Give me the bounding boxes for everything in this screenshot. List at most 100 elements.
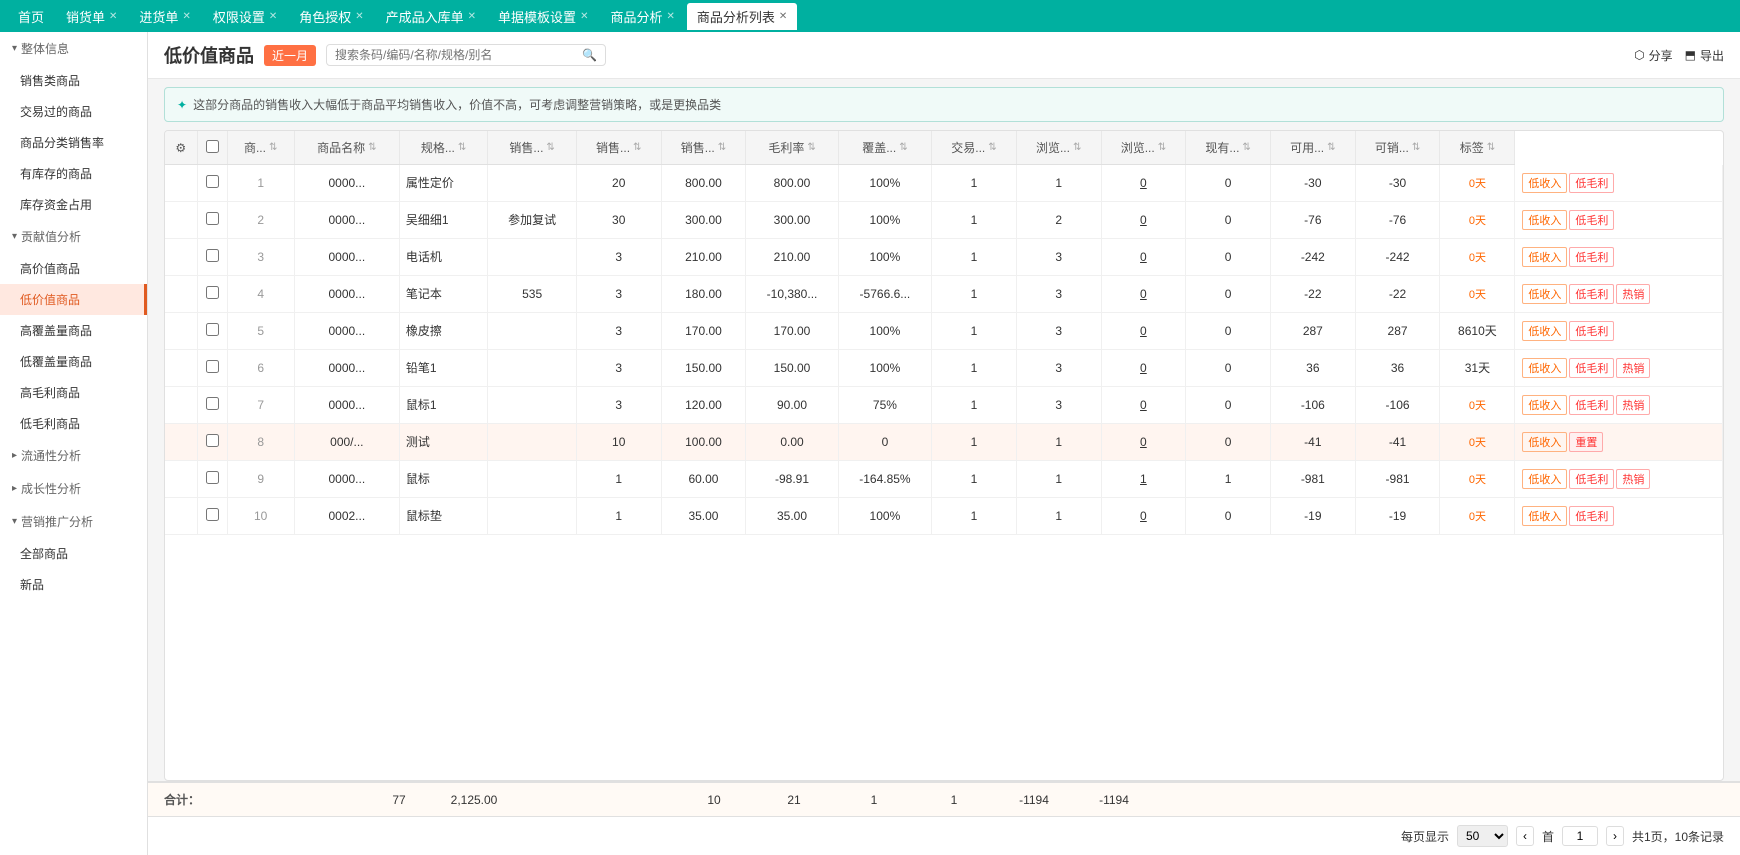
col-name-header[interactable]: 商品名称⇅ — [294, 131, 399, 165]
views1-link[interactable]: 0 — [1140, 176, 1147, 190]
close-icon[interactable]: ✕ — [779, 11, 787, 22]
col-saleable-header[interactable]: 可销...⇅ — [1355, 131, 1440, 165]
close-icon[interactable]: ✕ — [580, 11, 588, 22]
row-sales-profit: 150.00 — [746, 349, 838, 386]
row-saleable: 0天 — [1440, 497, 1515, 534]
sidebar-item-low-value[interactable]: 低价值商品 — [0, 284, 147, 315]
row-available: -19 — [1355, 497, 1440, 534]
row-sales-amount: 120.00 — [661, 386, 746, 423]
sidebar-item-low-coverage[interactable]: 低覆盖量商品 — [0, 346, 147, 377]
export-button[interactable]: ⬒ 导出 — [1685, 47, 1724, 64]
select-all-checkbox[interactable] — [206, 140, 219, 153]
col-gross-margin-header[interactable]: 毛利率⇅ — [746, 131, 838, 165]
sidebar-item-stock-goods[interactable]: 有库存的商品 — [0, 158, 147, 189]
nav-item-purchase[interactable]: 进货单 ✕ — [129, 3, 200, 30]
row-saleable: 31天 — [1440, 349, 1515, 386]
row-checkbox[interactable] — [206, 175, 219, 188]
page-number-input[interactable] — [1562, 826, 1598, 846]
col-code-header[interactable]: 商...⇅ — [227, 131, 294, 165]
nav-item-sales[interactable]: 销货单 ✕ — [56, 3, 127, 30]
col-available-header[interactable]: 可用...⇅ — [1270, 131, 1355, 165]
views1-link[interactable]: 0 — [1140, 361, 1147, 375]
col-tags-header[interactable]: 标签⇅ — [1440, 131, 1515, 165]
close-icon[interactable]: ✕ — [468, 11, 476, 22]
views1-link[interactable]: 0 — [1140, 324, 1147, 338]
tag: 热销 — [1616, 284, 1650, 304]
row-views1: 0 — [1101, 201, 1186, 238]
page-size-select[interactable]: 50 20 100 — [1457, 825, 1508, 847]
nav-item-analysis-list[interactable]: 商品分析列表 ✕ — [687, 3, 797, 30]
row-checkbox[interactable] — [206, 249, 219, 262]
views1-link[interactable]: 0 — [1140, 509, 1147, 523]
close-icon[interactable]: ✕ — [182, 11, 190, 22]
views1-link[interactable]: 0 — [1140, 213, 1147, 227]
nav-item-analysis[interactable]: 商品分析 ✕ — [600, 3, 684, 30]
first-page-button[interactable]: ‹ — [1516, 826, 1534, 846]
col-settings[interactable]: ⚙ — [165, 131, 197, 165]
search-input[interactable] — [335, 48, 582, 62]
share-button[interactable]: ⬡ 分享 — [1634, 47, 1673, 64]
sidebar-item-new-goods[interactable]: 新品 — [0, 569, 147, 600]
close-icon[interactable]: ✕ — [666, 11, 674, 22]
sidebar-item-traded-goods[interactable]: 交易过的商品 — [0, 96, 147, 127]
period-button[interactable]: 近一月 — [264, 45, 316, 66]
sidebar-item-high-margin[interactable]: 高毛利商品 — [0, 377, 147, 408]
col-sales-amount-header[interactable]: 销售...⇅ — [576, 131, 661, 165]
col-views1-header[interactable]: 浏览...⇅ — [1016, 131, 1101, 165]
col-current-header[interactable]: 现有...⇅ — [1186, 131, 1271, 165]
col-views2-header[interactable]: 浏览...⇅ — [1101, 131, 1186, 165]
views1-link[interactable]: 0 — [1140, 435, 1147, 449]
nav-item-role[interactable]: 角色授权 ✕ — [289, 3, 373, 30]
nav-item-permission[interactable]: 权限设置 ✕ — [203, 3, 287, 30]
sidebar-item-all-goods[interactable]: 全部商品 — [0, 538, 147, 569]
sidebar-group-growth[interactable]: ▸ 成长性分析 — [0, 472, 147, 505]
nav-item-template[interactable]: 单据模板设置 ✕ — [488, 3, 598, 30]
row-checkbox[interactable] — [206, 434, 219, 447]
close-icon[interactable]: ✕ — [355, 11, 363, 22]
sidebar-group-overall[interactable]: ▾ 整体信息 — [0, 32, 147, 65]
close-icon[interactable]: ✕ — [109, 11, 117, 22]
close-icon[interactable]: ✕ — [269, 11, 277, 22]
col-sales-count-header[interactable]: 销售...⇅ — [488, 131, 577, 165]
sidebar-item-category-rate[interactable]: 商品分类销售率 — [0, 127, 147, 158]
col-sales-profit-header[interactable]: 销售...⇅ — [661, 131, 746, 165]
row-available: 287 — [1355, 312, 1440, 349]
sidebar-item-stock-capital[interactable]: 库存资金占用 — [0, 189, 147, 220]
sidebar-item-sales-goods[interactable]: 销售类商品 — [0, 65, 147, 96]
row-code: 0000... — [294, 275, 399, 312]
nav-item-home[interactable]: 首页 — [8, 3, 54, 30]
row-spec — [488, 165, 577, 202]
views1-link[interactable]: 0 — [1140, 287, 1147, 301]
row-checkbox[interactable] — [206, 323, 219, 336]
sort-icon: ⇅ — [718, 142, 726, 153]
row-checkbox[interactable] — [206, 360, 219, 373]
row-num: 4 — [227, 275, 294, 312]
row-num: 7 — [227, 386, 294, 423]
row-checkbox[interactable] — [206, 212, 219, 225]
sidebar-group-marketing[interactable]: ▾ 营销推广分析 — [0, 505, 147, 538]
row-spec — [488, 386, 577, 423]
sidebar-group-contribution[interactable]: ▾ 贡献值分析 — [0, 220, 147, 253]
row-checkbox[interactable] — [206, 397, 219, 410]
row-current: -19 — [1270, 497, 1355, 534]
col-coverage-header[interactable]: 覆盖...⇅ — [838, 131, 931, 165]
row-checkbox[interactable] — [206, 471, 219, 484]
search-icon[interactable]: 🔍 — [582, 48, 597, 62]
next-page-button[interactable]: › — [1606, 826, 1624, 846]
row-check — [197, 460, 227, 497]
row-checkbox[interactable] — [206, 508, 219, 521]
col-checkbox — [197, 131, 227, 165]
col-transactions-header[interactable]: 交易...⇅ — [932, 131, 1017, 165]
views1-link[interactable]: 0 — [1140, 250, 1147, 264]
col-spec-header[interactable]: 规格...⇅ — [399, 131, 488, 165]
sidebar-group-liquidity[interactable]: ▸ 流通性分析 — [0, 439, 147, 472]
sidebar-item-high-coverage[interactable]: 高覆盖量商品 — [0, 315, 147, 346]
views1-link[interactable]: 0 — [1140, 398, 1147, 412]
sidebar-item-high-value[interactable]: 高价值商品 — [0, 253, 147, 284]
row-current: -106 — [1270, 386, 1355, 423]
sidebar-item-low-margin[interactable]: 低毛利商品 — [0, 408, 147, 439]
row-tags: 低收入低毛利热销 — [1515, 386, 1723, 423]
row-checkbox[interactable] — [206, 286, 219, 299]
views1-link[interactable]: 1 — [1140, 472, 1147, 486]
nav-item-product-in[interactable]: 产成品入库单 ✕ — [376, 3, 486, 30]
